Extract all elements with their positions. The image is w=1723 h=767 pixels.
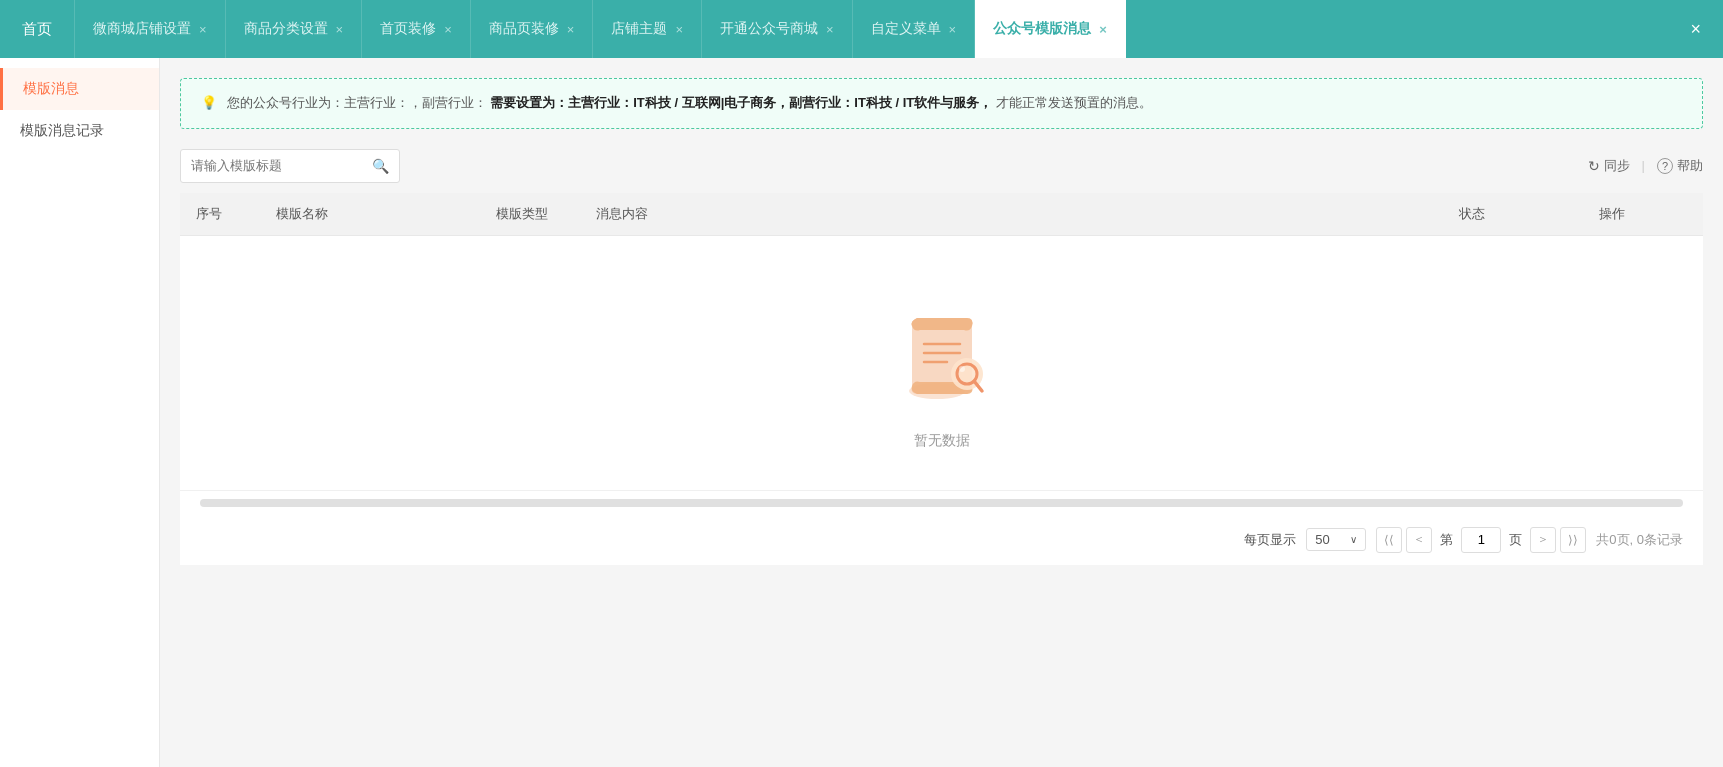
tab-store-theme[interactable]: 店铺主题 × (593, 0, 702, 58)
fake-scrollbar (200, 499, 1683, 507)
col-header-no: 序号 (180, 193, 260, 236)
tab-home-label: 首页 (22, 20, 52, 39)
empty-text: 暂无数据 (914, 432, 970, 450)
per-page-select[interactable]: 50 ∨ (1306, 528, 1366, 551)
search-icon[interactable]: 🔍 (372, 158, 389, 174)
page-nav: ⟨⟨ ＜ 第 页 ＞ ⟩⟩ (1376, 527, 1586, 553)
empty-illustration (882, 296, 1002, 416)
sidebar: 模版消息 模版消息记录 (0, 58, 160, 767)
tab-product-category[interactable]: 商品分类设置 × (226, 0, 363, 58)
tab-store-theme-close[interactable]: × (675, 22, 683, 37)
data-table: 序号 模版名称 模版类型 消息内容 状态 操作 (180, 193, 1703, 490)
tab-open-mall-close[interactable]: × (826, 22, 834, 37)
tab-product-decor-label: 商品页装修 (489, 20, 559, 38)
tab-product-category-close[interactable]: × (336, 22, 344, 37)
empty-row: 暂无数据 (180, 235, 1703, 490)
page-label: 第 (1440, 531, 1453, 549)
tab-home-decor-label: 首页装修 (380, 20, 436, 38)
sync-icon: ↻ (1588, 158, 1600, 174)
tab-template-msg-close[interactable]: × (1099, 22, 1107, 37)
tab-custom-menu-close[interactable]: × (949, 22, 957, 37)
col-header-content: 消息内容 (580, 193, 1443, 236)
help-button[interactable]: ? 帮助 (1657, 157, 1703, 175)
col-header-name: 模版名称 (260, 193, 480, 236)
tab-product-category-label: 商品分类设置 (244, 20, 328, 38)
notice-highlight: 需要设置为：主营行业：IT科技 / 互联网|电子商务，副营行业：IT科技 / I… (490, 95, 992, 110)
total-info: 共0页, 0条记录 (1596, 531, 1683, 549)
tab-template-msg-label: 公众号模版消息 (993, 20, 1091, 38)
table-wrapper: 序号 模版名称 模版类型 消息内容 状态 操作 (180, 193, 1703, 490)
tab-open-mall-label: 开通公众号商城 (720, 20, 818, 38)
sync-button[interactable]: ↻ 同步 (1588, 157, 1630, 175)
tab-home-decor[interactable]: 首页装修 × (362, 0, 471, 58)
notice-icon: 💡 (201, 95, 217, 110)
sidebar-item-template-message[interactable]: 模版消息 (0, 68, 159, 110)
layout: 模版消息 模版消息记录 💡 您的公众号行业为：主营行业：，副营行业： 需要设置为… (0, 58, 1723, 767)
tab-custom-menu-label: 自定义菜单 (871, 20, 941, 38)
col-header-action: 操作 (1583, 193, 1703, 236)
page-unit: 页 (1509, 531, 1522, 549)
close-all-button[interactable]: × (1668, 19, 1723, 40)
notice-banner: 💡 您的公众号行业为：主营行业：，副营行业： 需要设置为：主营行业：IT科技 /… (180, 78, 1703, 129)
next-page-button[interactable]: ＞ (1530, 527, 1556, 553)
empty-state: 暂无数据 (180, 236, 1703, 490)
sync-label: 同步 (1604, 157, 1630, 175)
scrollbar-area[interactable] (180, 490, 1703, 515)
per-page-label: 每页显示 (1244, 531, 1296, 549)
toolbar-right: ↻ 同步 | ? 帮助 (1588, 157, 1703, 175)
per-page-dropdown-icon: ∨ (1350, 534, 1357, 545)
tab-custom-menu[interactable]: 自定义菜单 × (853, 0, 976, 58)
help-icon: ? (1657, 158, 1673, 174)
tab-template-msg[interactable]: 公众号模版消息 × (975, 0, 1126, 58)
tab-open-mall[interactable]: 开通公众号商城 × (702, 0, 853, 58)
notice-suffix: 才能正常发送预置的消息。 (996, 95, 1152, 110)
tab-store-theme-label: 店铺主题 (611, 20, 667, 38)
per-page-value: 50 (1315, 532, 1329, 547)
page-input[interactable] (1461, 527, 1501, 553)
search-input[interactable] (191, 158, 372, 173)
prev-page-button[interactable]: ＜ (1406, 527, 1432, 553)
last-page-button[interactable]: ⟩⟩ (1560, 527, 1586, 553)
tab-home[interactable]: 首页 (0, 0, 75, 58)
tab-home-decor-close[interactable]: × (444, 22, 452, 37)
pagination: 每页显示 50 ∨ ⟨⟨ ＜ 第 页 ＞ ⟩⟩ 共0页, 0条记录 (180, 515, 1703, 565)
tab-wsc-settings-label: 微商城店铺设置 (93, 20, 191, 38)
svg-point-7 (959, 366, 965, 372)
tab-bar: 首页 微商城店铺设置 × 商品分类设置 × 首页装修 × 商品页装修 × 店铺主… (0, 0, 1723, 58)
toolbar: 🔍 ↻ 同步 | ? 帮助 (180, 149, 1703, 183)
help-label: 帮助 (1677, 157, 1703, 175)
tab-product-decor[interactable]: 商品页装修 × (471, 0, 594, 58)
sidebar-item-template-record[interactable]: 模版消息记录 (0, 110, 159, 152)
notice-prefix: 您的公众号行业为：主营行业：，副营行业： (227, 95, 487, 110)
col-header-type: 模版类型 (480, 193, 580, 236)
search-box[interactable]: 🔍 (180, 149, 400, 183)
divider: | (1642, 158, 1645, 173)
first-page-button[interactable]: ⟨⟨ (1376, 527, 1402, 553)
tab-wsc-settings[interactable]: 微商城店铺设置 × (75, 0, 226, 58)
col-header-status: 状态 (1443, 193, 1583, 236)
tab-product-decor-close[interactable]: × (567, 22, 575, 37)
tab-wsc-settings-close[interactable]: × (199, 22, 207, 37)
main-content: 💡 您的公众号行业为：主营行业：，副营行业： 需要设置为：主营行业：IT科技 /… (160, 58, 1723, 767)
